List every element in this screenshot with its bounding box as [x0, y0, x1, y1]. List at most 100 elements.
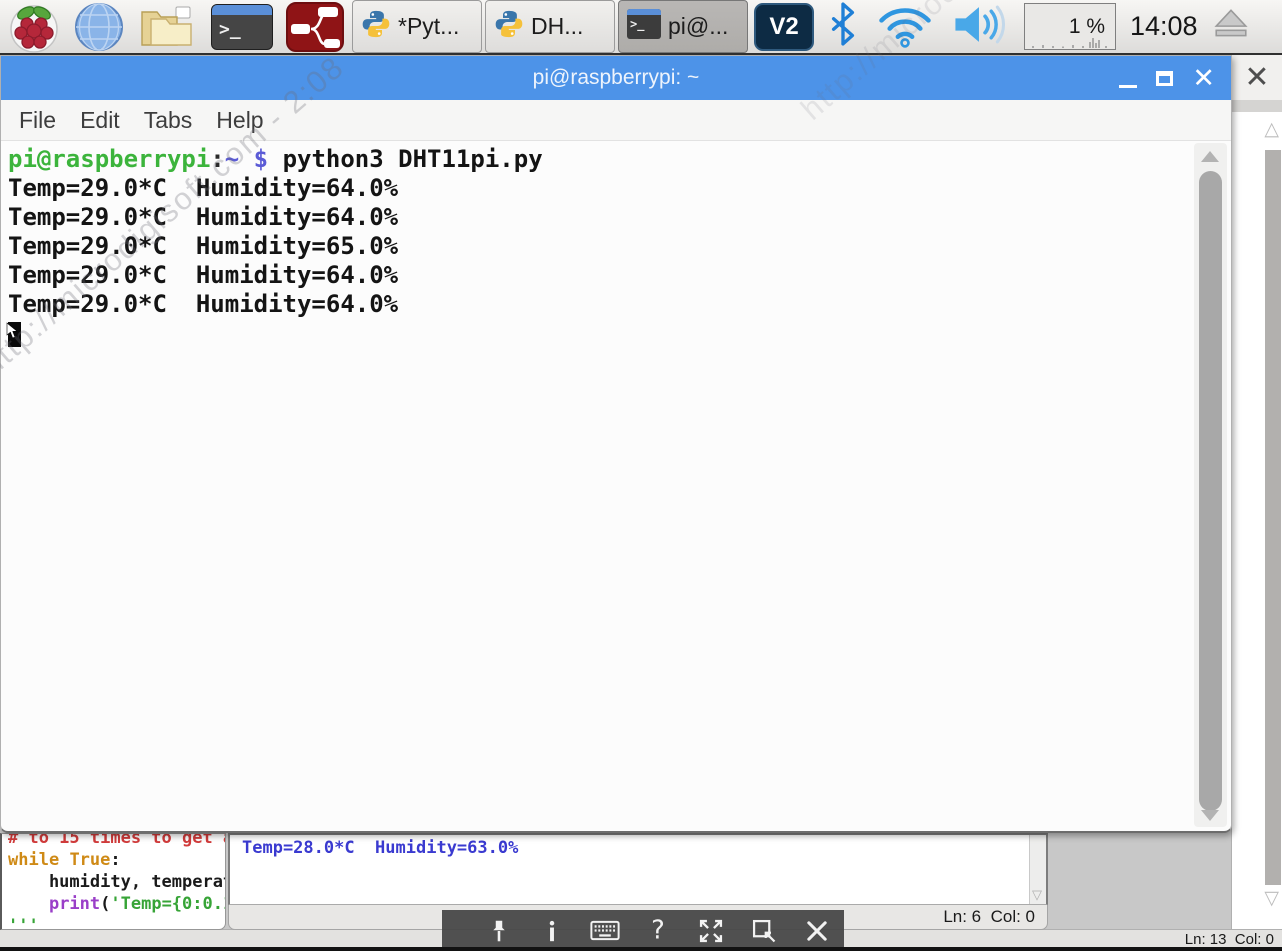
menu-help[interactable]: Help	[204, 107, 275, 134]
taskbar-windows: *Pyt... DH... >_ pi@...	[352, 0, 748, 53]
mouse-pointer-icon	[6, 322, 18, 339]
wifi-icon[interactable]	[872, 1, 938, 53]
window-title: pi@raspberrypi: ~	[532, 66, 700, 89]
raspberry-menu-icon[interactable]	[8, 1, 60, 53]
clock[interactable]: 14:08	[1130, 11, 1198, 42]
terminal-content[interactable]: pi@raspberrypi:~ $ python3 DHT11pi.py Te…	[1, 141, 1197, 832]
code-line: '''	[8, 915, 225, 930]
close-icon[interactable]: ✕	[1192, 65, 1215, 92]
editor-window-edge-gap	[1232, 100, 1282, 112]
terminal-output-line: Temp=29.0*C Humidity=64.0%	[8, 261, 399, 289]
terminal-menubar: File Edit Tabs Help	[1, 100, 1231, 141]
toolbar-keyboard-icon[interactable]	[590, 916, 620, 946]
taskbar: >_ *Pyt... DH... >_ pi@... V2 1 % 14:08	[0, 0, 1282, 55]
system-tray: V2 1 % 14:08	[754, 1, 1250, 53]
shell-output-line: Temp=28.0*C Humidity=63.0%	[242, 838, 519, 858]
terminal-output-line: Temp=29.0*C Humidity=64.0%	[8, 290, 399, 318]
minimize-icon[interactable]	[1119, 84, 1138, 88]
menu-tabs[interactable]: Tabs	[132, 107, 205, 134]
eject-icon[interactable]	[1212, 6, 1250, 47]
menu-edit[interactable]: Edit	[68, 107, 132, 134]
taskbar-window-label: pi@...	[668, 13, 729, 39]
editor-scrollbar-thumb[interactable]	[1265, 150, 1281, 885]
shell-scrollbar-down-icon: ▽	[1032, 887, 1042, 902]
toolbar-scale-icon[interactable]	[749, 916, 779, 946]
screen-bottom-edge	[0, 947, 1282, 951]
desktop: ✕ △ ▽ # to 15 times to get a while True: …	[0, 0, 1282, 951]
terminal-titlebar[interactable]: pi@raspberrypi: ~ ✕	[1, 56, 1231, 100]
python-icon	[494, 8, 524, 45]
prompt-user-host: pi@raspberrypi	[8, 145, 211, 173]
taskbar-window-dh[interactable]: DH...	[485, 0, 615, 53]
terminal-prompt-line: pi@raspberrypi:~ $ python3 DHT11pi.py	[8, 145, 1197, 174]
terminal-scrollbar[interactable]	[1194, 143, 1227, 827]
prompt-command: python3 DHT11pi.py	[282, 145, 543, 173]
terminal-output-line: Temp=29.0*C Humidity=65.0%	[8, 232, 399, 260]
menu-file[interactable]: File	[7, 107, 68, 134]
taskbar-window-pi@[interactable]: >_ pi@...	[618, 0, 748, 53]
file-manager-icon[interactable]	[138, 3, 198, 51]
toolbar-info-icon[interactable]	[537, 916, 567, 946]
editor-scrollbar-down-icon[interactable]: ▽	[1264, 887, 1279, 910]
terminal-cursor	[6, 322, 21, 347]
code-line: humidity, temperat	[8, 871, 225, 893]
terminal-output-line: Temp=29.0*C Humidity=64.0%	[8, 203, 399, 231]
window-controls: ✕	[1119, 56, 1215, 100]
line-col-indicator: Ln: 6 Col: 0	[943, 907, 1035, 926]
editor-close-icon[interactable]: ✕	[1244, 62, 1269, 93]
python-icon	[361, 8, 391, 45]
node-red-icon[interactable]	[286, 1, 344, 52]
editor-window-titlebar-fragment: ✕	[1232, 55, 1282, 100]
vnc-viewer-toolbar: ?	[442, 910, 844, 951]
taskbar-window-label: DH...	[531, 13, 584, 39]
toolbar-close-icon[interactable]	[802, 916, 832, 946]
code-token: print	[48, 894, 101, 914]
editor-window-right-edge: ✕ △ ▽	[1231, 55, 1282, 929]
maximize-icon[interactable]	[1156, 70, 1174, 86]
prompt-symbol: $	[253, 145, 269, 173]
code-token: 'Temp={0:0.1	[110, 894, 226, 914]
code-token: (	[100, 894, 111, 914]
terminal-window: pi@raspberrypi: ~ ✕ File Edit Tabs Help pi@…	[0, 55, 1232, 833]
code-line: while True:	[8, 849, 225, 871]
code-token: :	[110, 850, 121, 870]
code-line: # to 15 times to get a	[8, 833, 226, 849]
cpu-graph-icon	[1032, 38, 1107, 48]
taskbar-window-label: *Pyt...	[398, 13, 460, 39]
vnc-label: V2	[769, 12, 799, 40]
editor-shell-pane[interactable]: Temp=28.0*C Humidity=63.0% ▽	[228, 833, 1048, 905]
prompt-path: ~	[224, 145, 240, 173]
terminal-icon: >_	[627, 9, 661, 44]
code-token: '''	[8, 916, 39, 930]
cpu-monitor[interactable]: 1 %	[1024, 3, 1116, 50]
scrollbar-up-icon[interactable]	[1201, 151, 1219, 162]
code-token: humidity, temperat	[8, 872, 226, 892]
line-col-indicator: Ln: 13 Col: 0	[1184, 930, 1274, 948]
svg-text:?: ?	[651, 917, 665, 945]
web-browser-icon[interactable]	[73, 1, 125, 53]
taskbar-window-pyt[interactable]: *Pyt...	[352, 0, 482, 53]
prompt-colon: :	[210, 145, 225, 173]
toolbar-fullscreen-icon[interactable]	[696, 916, 726, 946]
editor-scrollbar-up-icon[interactable]: △	[1264, 118, 1279, 141]
terminal-launcher-icon[interactable]: >_	[211, 3, 273, 50]
code-lines: # to 15 times to get a while True: humidi…	[8, 833, 226, 930]
code-token: True	[69, 850, 111, 870]
code-token: # to 15 times to get a	[8, 833, 226, 848]
vnc-icon[interactable]: V2	[754, 2, 814, 51]
scrollbar-thumb[interactable]	[1199, 171, 1222, 811]
bluetooth-icon[interactable]	[828, 1, 858, 52]
volume-icon[interactable]	[952, 2, 1010, 52]
code-token: while	[8, 850, 60, 870]
code-editor-pane[interactable]: # to 15 times to get a while True: humidi…	[0, 833, 226, 930]
toolbar-help-icon[interactable]: ?	[643, 916, 673, 946]
taskbar-launchers: >_	[0, 1, 344, 53]
toolbar-pin-icon[interactable]	[484, 916, 514, 946]
shell-scrollbar[interactable]: ▽	[1029, 835, 1046, 904]
terminal-output: Temp=29.0*C Humidity=64.0% Temp=29.0*C Hu…	[8, 174, 1197, 319]
terminal-output-line: Temp=29.0*C Humidity=64.0%	[8, 174, 399, 202]
code-line: print('Temp={0:0.1	[8, 893, 225, 915]
scrollbar-down-icon[interactable]	[1201, 810, 1219, 821]
